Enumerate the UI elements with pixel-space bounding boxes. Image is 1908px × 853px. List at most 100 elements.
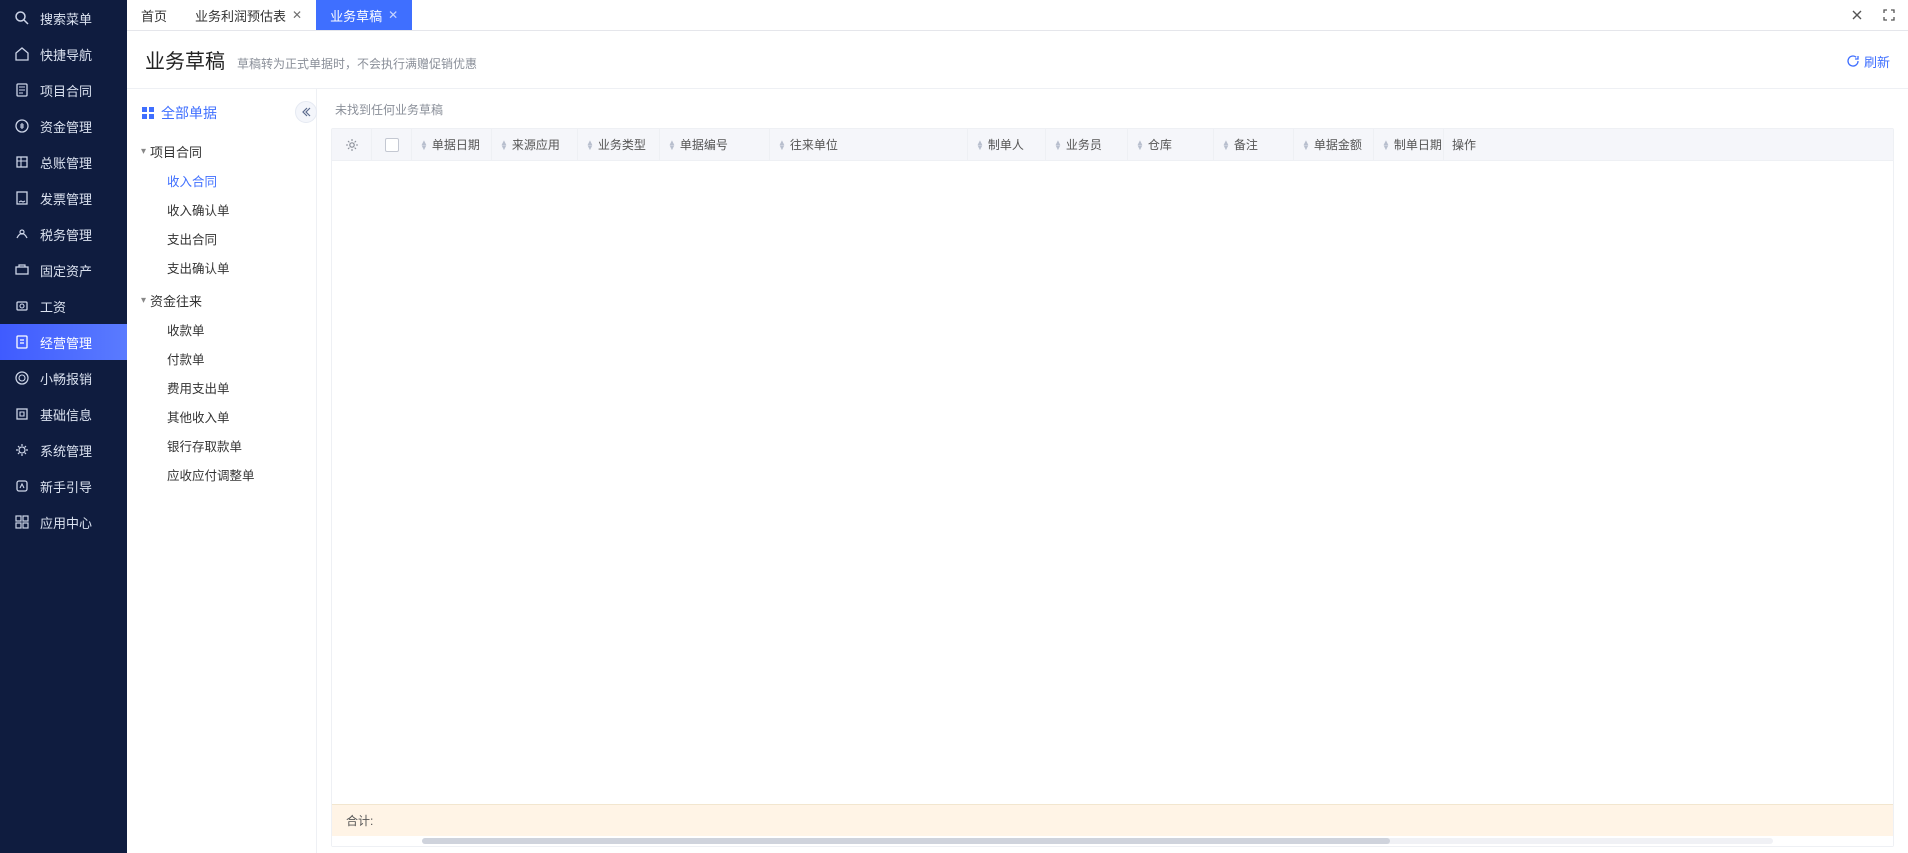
nav-label: 发票管理 <box>40 189 92 208</box>
tree-leaf[interactable]: 支出合同 <box>141 224 304 253</box>
empty-message: 未找到任何业务草稿 <box>335 101 1894 118</box>
tree-group-header[interactable]: ▾项目合同 <box>141 137 304 166</box>
nav-item-guide[interactable]: 新手引导 <box>0 468 127 504</box>
nav-item-quicknav[interactable]: 快捷导航 <box>0 36 127 72</box>
nav-item-base[interactable]: 基础信息 <box>0 396 127 432</box>
biz-icon <box>14 334 30 350</box>
guide-icon <box>14 478 30 494</box>
close-icon[interactable]: ✕ <box>292 8 302 22</box>
tree-leaf[interactable]: 应收应付调整单 <box>141 460 304 489</box>
close-icon[interactable]: ✕ <box>388 8 398 22</box>
left-nav: 搜索菜单快捷导航项目合同资金管理总账管理发票管理税务管理固定资产工资经营管理小畅… <box>0 0 127 853</box>
column-label: 仓库 <box>1148 136 1172 153</box>
tree-leaf[interactable]: 银行存取款单 <box>141 431 304 460</box>
nav-item-asset[interactable]: 固定资产 <box>0 252 127 288</box>
nav-label: 基础信息 <box>40 405 92 424</box>
chevron-down-icon: ▾ <box>141 146 146 157</box>
nav-item-tax[interactable]: 税务管理 <box>0 216 127 252</box>
nav-item-biz[interactable]: 经营管理 <box>0 324 127 360</box>
column-label: 单据编号 <box>680 136 728 153</box>
tree-leaf[interactable]: 其他收入单 <box>141 402 304 431</box>
column-label: 业务员 <box>1066 136 1102 153</box>
column-header-creator[interactable]: ▲▼制单人 <box>968 129 1046 160</box>
nav-item-appcenter[interactable]: 应用中心 <box>0 504 127 540</box>
nav-item-invoice[interactable]: 发票管理 <box>0 180 127 216</box>
home-icon <box>14 46 30 62</box>
page-header: 业务草稿 草稿转为正式单据时，不会执行满赠促销优惠 刷新 <box>127 31 1908 89</box>
sort-icon: ▲▼ <box>1136 140 1144 150</box>
sort-icon: ▲▼ <box>420 140 428 150</box>
sort-icon: ▲▼ <box>1302 140 1310 150</box>
tree-leaf[interactable]: 付款单 <box>141 344 304 373</box>
column-header-amount[interactable]: ▲▼ 单据金额 <box>1294 129 1374 160</box>
column-label: 单据金额 <box>1314 136 1362 153</box>
nav-item-fund[interactable]: 资金管理 <box>0 108 127 144</box>
asset-icon <box>14 262 30 278</box>
table-header: ▲▼单据日期▲▼来源应用▲▼业务类型▲▼单据编号▲▼往来单位▲▼制单人▲▼业务员… <box>332 129 1893 161</box>
nav-label: 资金管理 <box>40 117 92 136</box>
column-header-date[interactable]: ▲▼单据日期 <box>412 129 492 160</box>
column-header-biztype[interactable]: ▲▼ 业务类型 <box>578 129 660 160</box>
ledger-icon <box>14 154 30 170</box>
sort-icon: ▲▼ <box>586 140 594 150</box>
nav-label: 经营管理 <box>40 333 92 352</box>
tree-root[interactable]: 全部单据 <box>141 99 304 133</box>
nav-label: 搜索菜单 <box>40 9 92 28</box>
collapse-tree-icon[interactable] <box>295 101 317 123</box>
column-header-gear[interactable] <box>332 129 372 160</box>
nav-label: 新手引导 <box>40 477 92 496</box>
page-title: 业务草稿 <box>145 45 225 74</box>
tab-label: 业务利润预估表 <box>195 6 286 25</box>
tree-group-header[interactable]: ▾资金往来 <box>141 286 304 315</box>
system-icon <box>14 442 30 458</box>
tree-leaf[interactable]: 收入合同 <box>141 166 304 195</box>
nav-item-search[interactable]: 搜索菜单 <box>0 0 127 36</box>
column-label: 业务类型 <box>598 136 646 153</box>
horizontal-scrollbar[interactable] <box>332 836 1893 846</box>
reimburse-icon <box>14 370 30 386</box>
nav-label: 固定资产 <box>40 261 92 280</box>
tab-label: 首页 <box>141 6 167 25</box>
nav-item-system[interactable]: 系统管理 <box>0 432 127 468</box>
column-header-chk[interactable] <box>372 129 412 160</box>
column-header-source[interactable]: ▲▼来源应用 <box>492 129 578 160</box>
column-header-warehouse[interactable]: ▲▼ 仓库 <box>1128 129 1214 160</box>
nav-item-ledger[interactable]: 总账管理 <box>0 144 127 180</box>
chevron-down-icon: ▾ <box>141 295 146 306</box>
column-header-salesman[interactable]: ▲▼ 业务员 <box>1046 129 1128 160</box>
select-all-checkbox[interactable] <box>385 138 399 152</box>
close-all-icon[interactable] <box>1848 6 1866 24</box>
column-header-ops: 操作 <box>1444 129 1534 160</box>
tab-label: 业务草稿 <box>330 6 382 25</box>
nav-label: 项目合同 <box>40 81 92 100</box>
sort-icon: ▲▼ <box>1382 140 1390 150</box>
column-label: 操作 <box>1452 136 1476 153</box>
tree-leaf[interactable]: 费用支出单 <box>141 373 304 402</box>
search-icon <box>14 10 30 26</box>
sort-icon: ▲▼ <box>976 140 984 150</box>
column-header-remark[interactable]: ▲▼备注 <box>1214 129 1294 160</box>
sort-icon: ▲▼ <box>778 140 786 150</box>
tab-home[interactable]: 首页 <box>127 0 181 30</box>
column-header-cdate[interactable]: ▲▼制单日期 <box>1374 129 1444 160</box>
table-footer: 合计: <box>332 804 1893 836</box>
tree-leaf[interactable]: 支出确认单 <box>141 253 304 282</box>
column-header-partner[interactable]: ▲▼往来单位 <box>770 129 968 160</box>
nav-item-contract[interactable]: 项目合同 <box>0 72 127 108</box>
gear-icon[interactable] <box>345 138 359 152</box>
content-area: 未找到任何业务草稿 ▲▼单据日期▲▼来源应用▲▼业务类型▲▼单据编号▲▼往来单位… <box>317 89 1908 853</box>
fullscreen-icon[interactable] <box>1880 6 1898 24</box>
nav-label: 系统管理 <box>40 441 92 460</box>
tab-draft[interactable]: 业务草稿 ✕ <box>316 0 412 30</box>
refresh-button[interactable]: 刷新 <box>1846 52 1890 71</box>
tree-leaf[interactable]: 收款单 <box>141 315 304 344</box>
tree-leaf[interactable]: 收入确认单 <box>141 195 304 224</box>
nav-item-reimburse[interactable]: 小畅报销 <box>0 360 127 396</box>
salary-icon <box>14 298 30 314</box>
column-header-docno[interactable]: ▲▼单据编号 <box>660 129 770 160</box>
tab-profit[interactable]: 业务利润预估表 ✕ <box>181 0 316 30</box>
grid-icon <box>141 106 155 120</box>
sort-icon: ▲▼ <box>1054 140 1062 150</box>
doc-icon <box>14 82 30 98</box>
nav-item-salary[interactable]: 工资 <box>0 288 127 324</box>
